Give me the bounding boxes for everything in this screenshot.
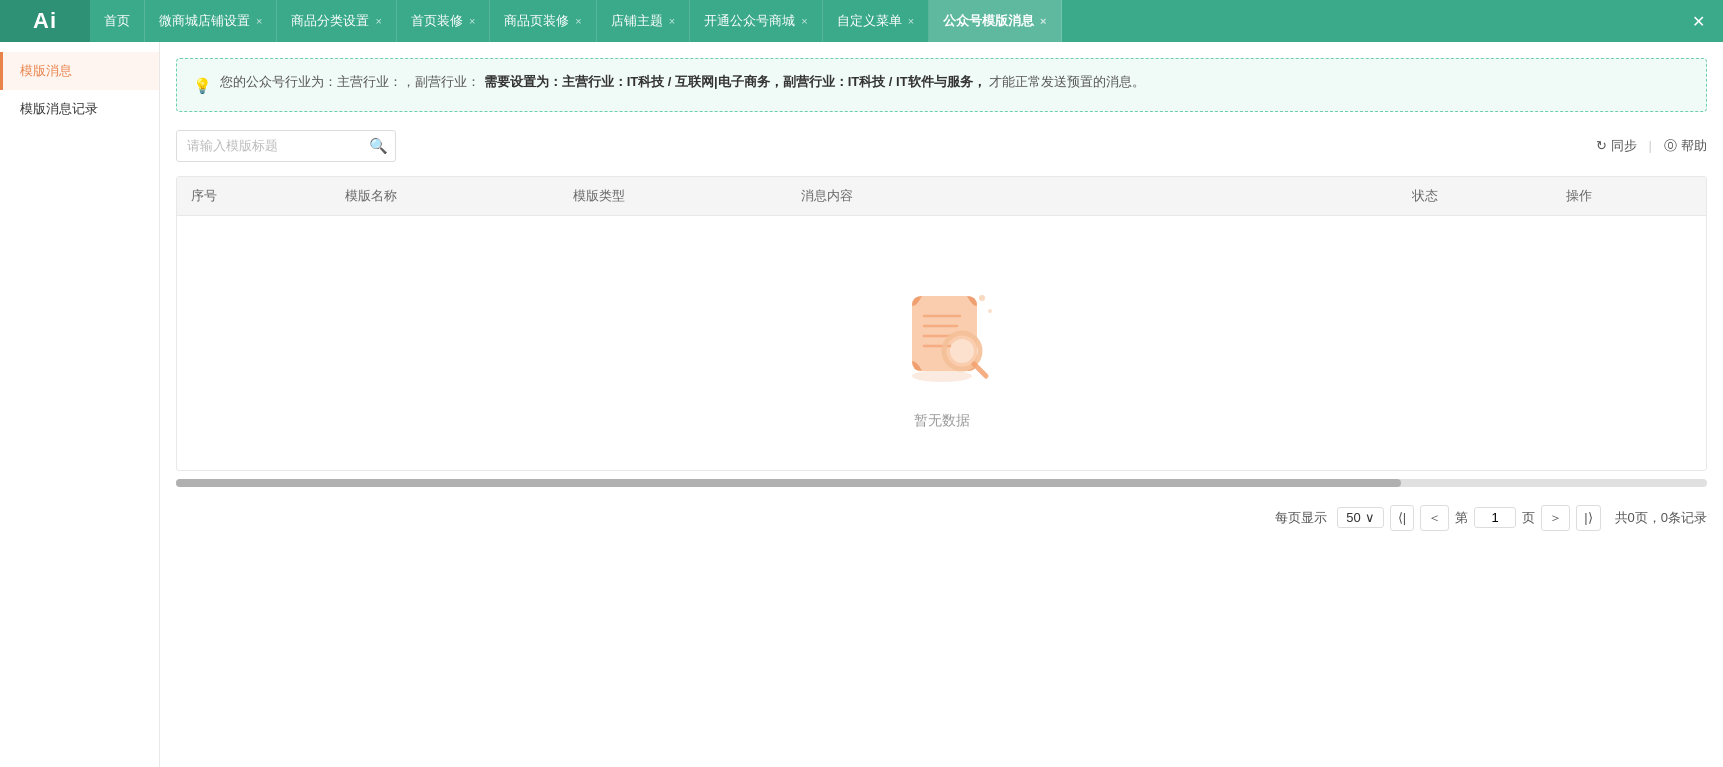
notice-box: 💡 您的公众号行业为：主营行业：，副营行业： 需要设置为：主营行业：IT科技 /… (176, 58, 1707, 112)
next-page-button[interactable]: ＞ (1541, 505, 1570, 532)
help-icon: ⓪ (1664, 137, 1677, 155)
search-input[interactable] (176, 130, 396, 162)
total-label: 共0页，0条记录 (1615, 509, 1707, 527)
svg-point-6 (950, 339, 974, 363)
table-body: 暂无数据 (177, 215, 1706, 470)
per-page-value: 50 (1346, 510, 1360, 525)
search-right: ↻ 同步 | ⓪ 帮助 (1596, 137, 1707, 155)
tab-item-8[interactable]: 公众号模版消息× (929, 0, 1061, 42)
per-page-label: 每页显示 (1275, 509, 1327, 527)
pagination: 每页显示 50 ∨ ⟨| ＜ 第 页 ＞ |⟩ 共0页，0条记录 (176, 495, 1707, 536)
top-nav: Ai 首页微商城店铺设置×商品分类设置×首页装修×商品页装修×店铺主题×开通公众… (0, 0, 1723, 42)
tab-close-icon-2[interactable]: × (375, 15, 381, 27)
tab-item-5[interactable]: 店铺主题× (597, 0, 690, 42)
sidebar-item-0[interactable]: 模版消息 (0, 52, 159, 90)
empty-text: 暂无数据 (914, 412, 970, 430)
notice-text: 您的公众号行业为：主营行业：，副营行业： 需要设置为：主营行业：IT科技 / 互… (220, 71, 1145, 93)
scroll-thumb[interactable] (176, 479, 1401, 487)
tab-close-icon-5[interactable]: × (669, 15, 675, 27)
tab-close-icon-1[interactable]: × (256, 15, 262, 27)
divider: | (1649, 138, 1652, 153)
table-col-4: 状态 (1398, 177, 1552, 216)
data-table: 序号模版名称模版类型消息内容状态操作 (177, 177, 1706, 470)
page-input[interactable] (1474, 507, 1516, 528)
table-col-5: 操作 (1552, 177, 1706, 216)
table-col-3: 消息内容 (787, 177, 1399, 216)
notice-highlight: 需要设置为：主营行业：IT科技 / 互联网|电子商务，副营行业：IT科技 / I… (484, 74, 986, 89)
last-page-button[interactable]: |⟩ (1576, 505, 1600, 532)
per-page-select[interactable]: 50 ∨ (1337, 507, 1383, 528)
sync-button[interactable]: ↻ 同步 (1596, 137, 1637, 155)
svg-point-8 (979, 295, 985, 301)
prev-page-button[interactable]: ＜ (1420, 505, 1449, 532)
table-header: 序号模版名称模版类型消息内容状态操作 (177, 177, 1706, 216)
empty-row: 暂无数据 (177, 215, 1706, 470)
tab-close-icon-8[interactable]: × (1040, 15, 1046, 27)
main-content: 💡 您的公众号行业为：主营行业：，副营行业： 需要设置为：主营行业：IT科技 /… (160, 42, 1723, 767)
table-col-2: 模版类型 (559, 177, 787, 216)
first-page-button[interactable]: ⟨| (1390, 505, 1414, 532)
tab-item-1[interactable]: 微商城店铺设置× (145, 0, 277, 42)
table-col-1: 模版名称 (331, 177, 559, 216)
search-bar: 🔍 ↻ 同步 | ⓪ 帮助 (176, 130, 1707, 162)
svg-point-9 (988, 309, 992, 313)
search-button[interactable]: 🔍 (369, 137, 388, 155)
tab-close-icon-4[interactable]: × (575, 15, 581, 27)
horizontal-scrollbar[interactable] (176, 479, 1707, 487)
nav-tabs: 首页微商城店铺设置×商品分类设置×首页装修×商品页装修×店铺主题×开通公众号商城… (90, 0, 1684, 42)
sync-icon: ↻ (1596, 138, 1607, 153)
tab-item-6[interactable]: 开通公众号商城× (690, 0, 822, 42)
tab-item-4[interactable]: 商品页装修× (490, 0, 596, 42)
layout: 模版消息模版消息记录 💡 您的公众号行业为：主营行业：，副营行业： 需要设置为：… (0, 42, 1723, 767)
svg-line-7 (974, 364, 986, 376)
tab-item-2[interactable]: 商品分类设置× (277, 0, 396, 42)
search-input-wrap: 🔍 (176, 130, 396, 162)
search-left: 🔍 (176, 130, 396, 162)
tab-close-icon-3[interactable]: × (469, 15, 475, 27)
empty-icon (882, 276, 1002, 396)
tab-close-icon-7[interactable]: × (908, 15, 914, 27)
sidebar-item-1[interactable]: 模版消息记录 (0, 90, 159, 128)
tab-close-icon-6[interactable]: × (801, 15, 807, 27)
page-label: 第 (1455, 509, 1468, 527)
table-col-0: 序号 (177, 177, 331, 216)
tab-item-7[interactable]: 自定义菜单× (823, 0, 929, 42)
page-unit: 页 (1522, 509, 1535, 527)
svg-point-0 (912, 370, 972, 382)
tab-item-0[interactable]: 首页 (90, 0, 145, 42)
help-button[interactable]: ⓪ 帮助 (1664, 137, 1707, 155)
tab-item-3[interactable]: 首页装修× (397, 0, 490, 42)
close-all-button[interactable]: ✕ (1684, 12, 1713, 31)
empty-state: 暂无数据 (177, 216, 1706, 470)
logo: Ai (0, 0, 90, 42)
sidebar: 模版消息模版消息记录 (0, 42, 160, 767)
table-header-row: 序号模版名称模版类型消息内容状态操作 (177, 177, 1706, 216)
table-wrap: 序号模版名称模版类型消息内容状态操作 (176, 176, 1707, 471)
chevron-down-icon: ∨ (1365, 510, 1375, 525)
bulb-icon: 💡 (193, 73, 212, 99)
